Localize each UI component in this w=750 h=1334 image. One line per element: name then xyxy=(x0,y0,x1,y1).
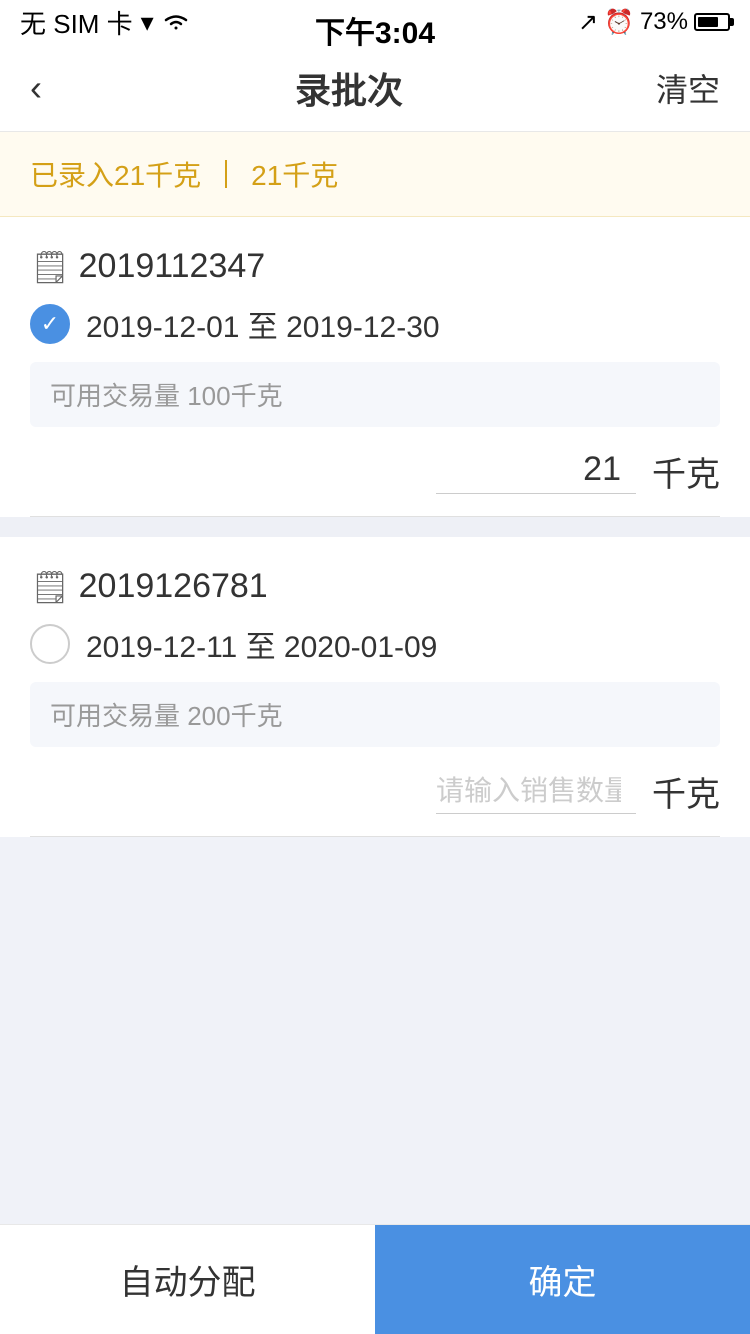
available-qty-2: 可用交易量 200千克 xyxy=(50,701,283,731)
clear-button[interactable]: 清空 xyxy=(656,65,720,111)
status-right: ↗ ⏰ 73% xyxy=(578,8,730,37)
status-time: 下午3:04 xyxy=(315,8,435,52)
divider-2 xyxy=(30,836,720,837)
section-gap-1 xyxy=(0,517,750,537)
batch-date-2: 2019-12-11 至 2020-01-09 xyxy=(86,622,437,666)
batch-id-1: 2019112347 xyxy=(79,247,266,286)
batch-select-2[interactable]: 2019-12-11 至 2020-01-09 xyxy=(30,622,720,666)
content-wrapper: 已录入21千克 21千克 🗒 2019112347 ✓ 2019-12-01 至… xyxy=(0,132,750,947)
status-left: 无 SIM 卡 ▾ xyxy=(20,4,190,41)
batch-select-1[interactable]: ✓ 2019-12-01 至 2019-12-30 xyxy=(30,302,720,346)
radio-1[interactable]: ✓ xyxy=(30,304,70,344)
available-qty-box-1: 可用交易量 100千克 xyxy=(30,362,720,427)
summary-divider xyxy=(225,160,227,188)
nav-bar: ‹ 录批次 清空 xyxy=(0,44,750,132)
quantity-row-1: 千克 xyxy=(0,427,750,496)
alarm-icon: ⏰ xyxy=(604,8,634,37)
location-icon: ↗ xyxy=(578,8,598,37)
doc-icon-2: 🗒 xyxy=(30,568,71,606)
available-qty-box-2: 可用交易量 200千克 xyxy=(30,682,720,747)
carrier-text: 无 SIM 卡 xyxy=(20,4,133,41)
quantity-input-1[interactable] xyxy=(436,450,636,494)
quantity-row-2: 千克 xyxy=(0,747,750,816)
quantity-input-2[interactable] xyxy=(436,770,636,814)
battery-icon xyxy=(694,13,730,31)
available-qty-1: 可用交易量 100千克 xyxy=(50,381,283,411)
battery-percent: 73% xyxy=(640,8,688,36)
bottom-bar: 自动分配 确定 xyxy=(0,1224,750,1334)
summary-value: 21千克 xyxy=(251,154,338,194)
batch-id-2: 2019126781 xyxy=(79,567,268,606)
confirm-button[interactable]: 确定 xyxy=(375,1225,750,1334)
wifi-icon: ▾ xyxy=(141,7,154,38)
back-button[interactable]: ‹ xyxy=(30,67,42,109)
radio-2[interactable] xyxy=(30,624,70,664)
batch-date-1: 2019-12-01 至 2019-12-30 xyxy=(86,302,440,346)
unit-1: 千克 xyxy=(652,447,720,496)
status-bar: 无 SIM 卡 ▾ 下午3:04 ↗ ⏰ 73% xyxy=(0,0,750,44)
batch-item-1: 🗒 2019112347 ✓ 2019-12-01 至 2019-12-30 可… xyxy=(0,217,750,517)
check-icon-1: ✓ xyxy=(41,311,59,337)
unit-2: 千克 xyxy=(652,767,720,816)
page-title: 录批次 xyxy=(295,62,403,114)
summary-label: 已录入21千克 xyxy=(30,154,201,194)
wifi-signal-icon xyxy=(162,12,190,32)
doc-icon-1: 🗒 xyxy=(30,248,71,286)
auto-distribute-button[interactable]: 自动分配 xyxy=(0,1225,375,1334)
summary-bar: 已录入21千克 21千克 xyxy=(0,132,750,217)
batch-item-2: 🗒 2019126781 2019-12-11 至 2020-01-09 可用交… xyxy=(0,537,750,837)
